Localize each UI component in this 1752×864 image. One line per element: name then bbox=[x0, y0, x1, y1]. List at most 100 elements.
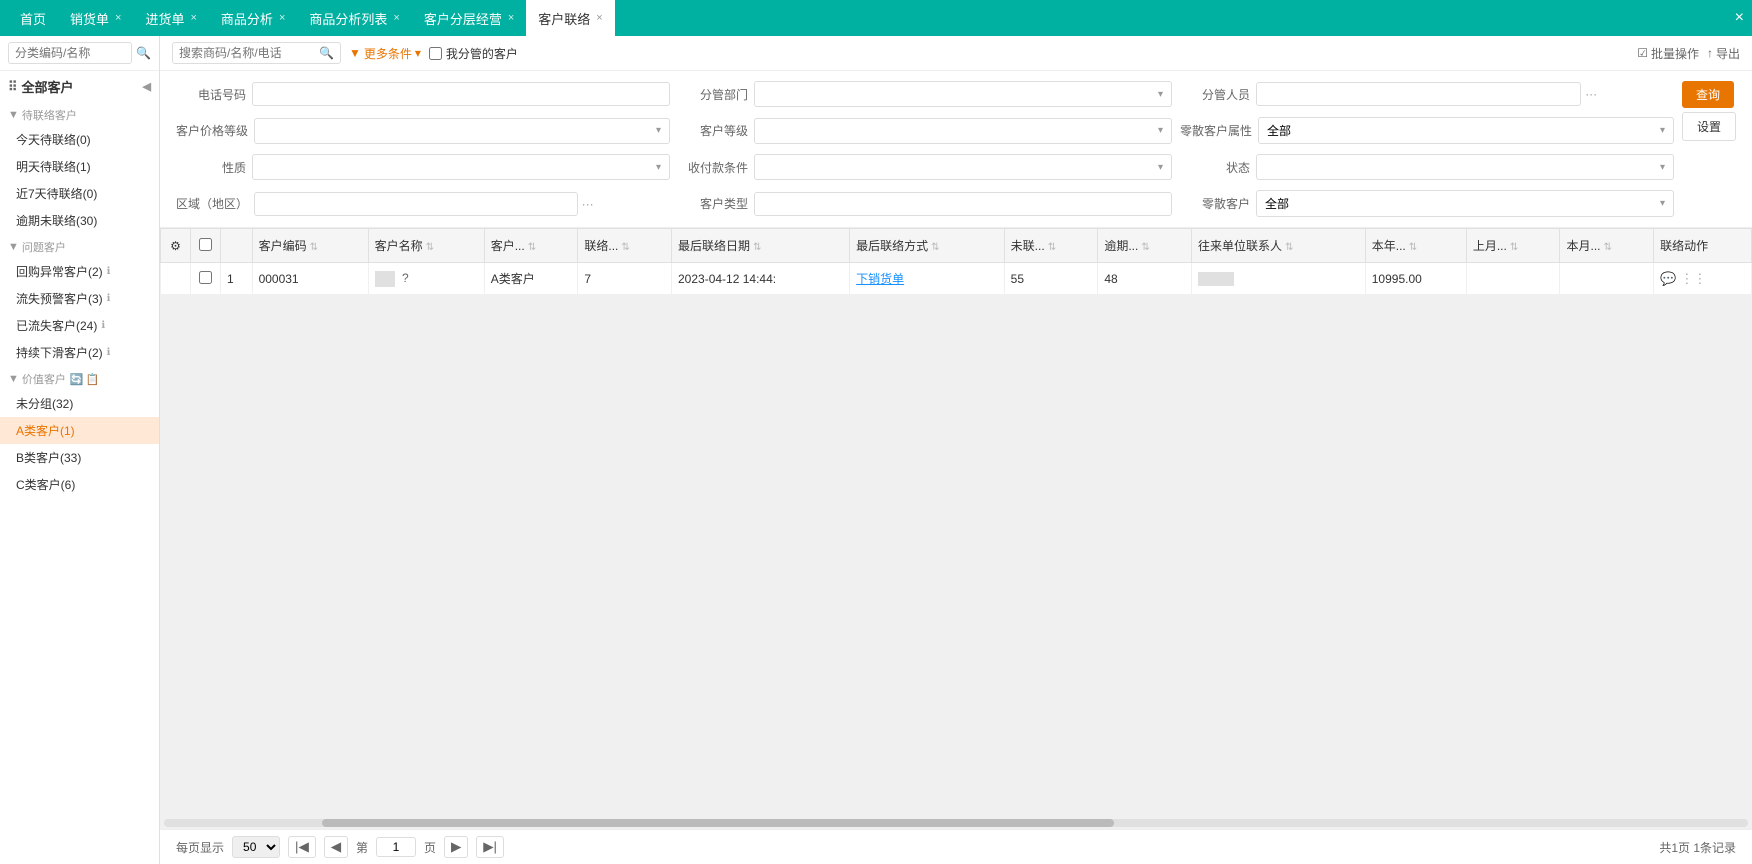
sidebar-search-icon[interactable]: 🔍 bbox=[136, 46, 151, 60]
sort-this-month-icon: ⇅ bbox=[1604, 242, 1612, 253]
tab-customer-contact[interactable]: 客户联络 × bbox=[526, 0, 614, 36]
table-col-this-month[interactable]: 本月...⇅ bbox=[1560, 229, 1654, 263]
table-area: ⚙ 客户编码⇅ 客户名称⇅ 客户...⇅ 联络...⇅ 最后联络日期⇅ 最后联络… bbox=[160, 228, 1752, 817]
close-purchase-tab[interactable]: × bbox=[190, 12, 196, 24]
sort-not-contact-icon: ⇅ bbox=[1048, 242, 1056, 253]
customer-type-field: 客户类型 bbox=[678, 192, 1172, 216]
sidebar-item-overdue-contact[interactable]: 逾期未联络(30) bbox=[0, 207, 159, 234]
tab-home[interactable]: 首页 bbox=[8, 0, 58, 36]
sidebar-item-churned[interactable]: 已流失客户(24) ℹ bbox=[0, 312, 159, 339]
retail-customer-select[interactable]: 全部 ▾ bbox=[1256, 190, 1674, 217]
dept-select[interactable]: ▾ bbox=[754, 81, 1172, 107]
my-customers-filter[interactable]: 我分管的客户 bbox=[429, 45, 518, 62]
select-all-checkbox[interactable] bbox=[199, 238, 212, 251]
status-chevron-icon: ▾ bbox=[1660, 162, 1665, 173]
sidebar-item-tomorrow-contact[interactable]: 明天待联络(1) bbox=[0, 153, 159, 180]
close-all-tabs[interactable]: × bbox=[1735, 9, 1744, 27]
sidebar-section-value[interactable]: ▼ 价值客户 🔄 📋 bbox=[0, 366, 159, 390]
sidebar-search-input[interactable] bbox=[8, 42, 132, 64]
table-col-index bbox=[221, 229, 253, 263]
table-col-name[interactable]: 客户名称⇅ bbox=[368, 229, 484, 263]
table-col-this-year[interactable]: 本年...⇅ bbox=[1365, 229, 1466, 263]
table-col-gear[interactable]: ⚙ bbox=[161, 229, 191, 263]
query-button[interactable]: 查询 bbox=[1682, 81, 1734, 108]
search-box: 🔍 bbox=[172, 42, 341, 64]
message-icon[interactable]: 💬 bbox=[1660, 271, 1676, 287]
filter-row-4: 区域（地区） ··· 客户类型 零散客户 全部 ▾ bbox=[176, 190, 1674, 217]
refresh-icon[interactable]: 🔄 bbox=[70, 373, 84, 386]
sidebar-all-customers[interactable]: ⠿ 全部客户 ◀ bbox=[0, 71, 159, 102]
region-dots-btn[interactable]: ··· bbox=[582, 197, 594, 211]
sidebar-item-today-contact[interactable]: 今天待联络(0) bbox=[0, 126, 159, 153]
status-select[interactable]: ▾ bbox=[1256, 154, 1674, 180]
phone-input[interactable] bbox=[252, 82, 670, 106]
table-col-last-month[interactable]: 上月...⇅ bbox=[1466, 229, 1560, 263]
table-col-not-contact[interactable]: 未联...⇅ bbox=[1004, 229, 1098, 263]
sidebar-item-repurchase-abnormal[interactable]: 回购异常客户(2) ℹ bbox=[0, 258, 159, 285]
payment-select[interactable]: ▾ bbox=[754, 154, 1172, 180]
table-col-last-method[interactable]: 最后联络方式⇅ bbox=[850, 229, 1005, 263]
sidebar-item-a-class[interactable]: A类客户(1) bbox=[0, 417, 159, 444]
settings-button[interactable]: 设置 bbox=[1682, 112, 1736, 141]
query-actions: 查询 设置 bbox=[1682, 81, 1736, 141]
retail-attr-select[interactable]: 全部 ▾ bbox=[1258, 117, 1674, 144]
sidebar-item-declining[interactable]: 持续下滑客户(2) ℹ bbox=[0, 339, 159, 366]
prev-page-btn[interactable]: ◀ bbox=[324, 836, 348, 858]
table-col-last-date[interactable]: 最后联络日期⇅ bbox=[672, 229, 850, 263]
close-customer-segment-tab[interactable]: × bbox=[508, 12, 514, 24]
sidebar-item-7day-contact[interactable]: 近7天待联络(0) bbox=[0, 180, 159, 207]
retail-customer-chevron-icon: ▾ bbox=[1660, 198, 1665, 209]
close-product-analysis-tab[interactable]: × bbox=[279, 12, 285, 24]
sidebar-item-c-class[interactable]: C类客户(6) bbox=[0, 471, 159, 498]
close-customer-contact-tab[interactable]: × bbox=[596, 12, 602, 24]
tab-sales[interactable]: 销货单 × bbox=[58, 0, 133, 36]
row-code: 000031 bbox=[252, 263, 368, 295]
sidebar-section-problem[interactable]: ▼ 问题客户 bbox=[0, 234, 159, 258]
edit-icon[interactable]: 📋 bbox=[86, 373, 100, 386]
last-page-btn[interactable]: ▶| bbox=[476, 836, 504, 858]
sidebar-item-ungrouped[interactable]: 未分组(32) bbox=[0, 390, 159, 417]
person-dots-btn[interactable]: ··· bbox=[1585, 87, 1597, 101]
next-page-btn[interactable]: ▶ bbox=[444, 836, 468, 858]
table-col-code[interactable]: 客户编码⇅ bbox=[252, 229, 368, 263]
tab-purchase[interactable]: 进货单 × bbox=[133, 0, 208, 36]
horizontal-scrollbar[interactable] bbox=[160, 817, 1752, 829]
chevron-down-icon: ▾ bbox=[415, 46, 421, 60]
price-grade-select[interactable]: ▾ bbox=[254, 118, 670, 144]
sidebar-collapse-btn[interactable]: ◀ bbox=[143, 80, 151, 93]
sidebar-item-churn-warning[interactable]: 流失预警客户(3) ℹ bbox=[0, 285, 159, 312]
search-icon[interactable]: 🔍 bbox=[319, 46, 334, 60]
search-input[interactable] bbox=[179, 46, 319, 60]
table-col-unit-contact[interactable]: 往来单位联系人⇅ bbox=[1191, 229, 1365, 263]
tab-product-analysis-list[interactable]: 商品分析列表 × bbox=[297, 0, 411, 36]
close-product-analysis-list-tab[interactable]: × bbox=[393, 12, 399, 24]
nature-select[interactable]: ▾ bbox=[252, 154, 670, 180]
export-btn[interactable]: ↑ 导出 bbox=[1707, 45, 1740, 62]
share-icon[interactable]: ⋮⋮ bbox=[1680, 271, 1706, 287]
page-number-input[interactable] bbox=[376, 837, 416, 857]
table-col-overdue[interactable]: 逾期...⇅ bbox=[1098, 229, 1192, 263]
first-page-btn[interactable]: |◀ bbox=[288, 836, 316, 858]
table-col-contact[interactable]: 联络...⇅ bbox=[578, 229, 672, 263]
tab-product-analysis[interactable]: 商品分析 × bbox=[209, 0, 297, 36]
scrollbar-thumb[interactable] bbox=[322, 819, 1114, 827]
row-checkbox-cell[interactable] bbox=[191, 263, 221, 295]
more-filters-btn[interactable]: ▼ 更多条件 ▾ bbox=[349, 45, 421, 62]
table-col-type[interactable]: 客户...⇅ bbox=[484, 229, 578, 263]
person-input[interactable] bbox=[1256, 82, 1581, 106]
my-customers-checkbox[interactable] bbox=[429, 47, 442, 60]
per-page-select[interactable]: 50 bbox=[232, 836, 280, 858]
tab-customer-segment[interactable]: 客户分层经营 × bbox=[412, 0, 526, 36]
export-icon: ↑ bbox=[1707, 46, 1713, 60]
sort-overdue-icon: ⇅ bbox=[1141, 242, 1149, 253]
customer-grade-select[interactable]: ▾ bbox=[754, 118, 1172, 144]
region-input[interactable] bbox=[254, 192, 578, 216]
sort-method-icon: ⇅ bbox=[931, 242, 939, 253]
table-col-check[interactable] bbox=[191, 229, 221, 263]
bulk-action-btn[interactable]: ☑ 批量操作 bbox=[1637, 45, 1699, 62]
sidebar-item-b-class[interactable]: B类客户(33) bbox=[0, 444, 159, 471]
close-sales-tab[interactable]: × bbox=[115, 12, 121, 24]
row-checkbox[interactable] bbox=[199, 271, 212, 284]
customer-type-input[interactable] bbox=[754, 192, 1172, 216]
sidebar-section-pending[interactable]: ▼ 待联络客户 bbox=[0, 102, 159, 126]
